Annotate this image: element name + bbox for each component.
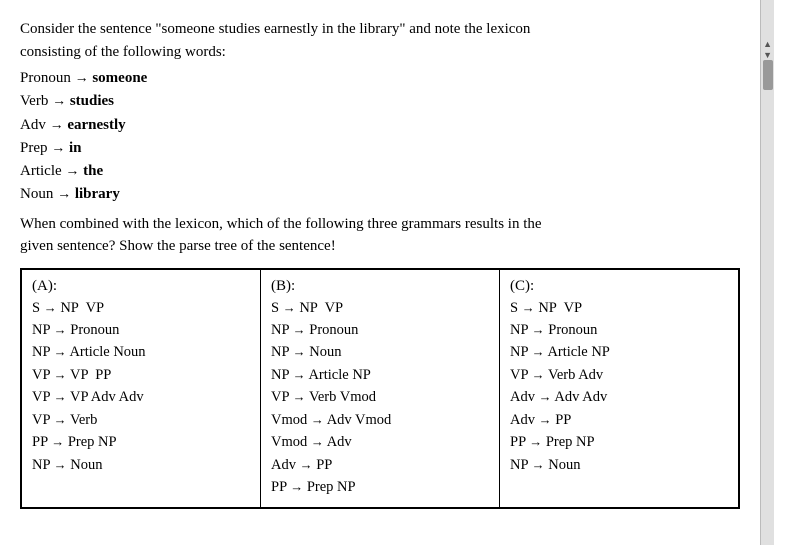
grammars-table: (A): S → NP VP NP → Pronoun NP → Article… [20, 268, 740, 509]
question-line2: given sentence? Show the parse tree of t… [20, 238, 336, 254]
grammar-rule: NP → Article NP [271, 364, 489, 386]
grammar-rule: VP → Verb [32, 409, 250, 431]
page-container: Consider the sentence "someone studies e… [0, 0, 794, 545]
grammar-rule: Vmod → Adv Vmod [271, 409, 489, 431]
scroll-down-arrow[interactable]: ▼ [763, 51, 772, 60]
grammar-rule: NP → Pronoun [271, 319, 489, 341]
list-item: Pronoun → someone [20, 67, 740, 90]
grammar-rule: VP → VP PP [32, 364, 250, 386]
grammar-rule: NP → Noun [510, 454, 728, 476]
grammar-rule: PP → Prep NP [32, 431, 250, 453]
question-line1: When combined with the lexicon, which of… [20, 216, 542, 232]
grammar-rule: S → NP VP [271, 297, 489, 319]
list-item: Verb → studies [20, 90, 740, 113]
grammar-rule: PP → Prep NP [271, 476, 489, 498]
main-content: Consider the sentence "someone studies e… [0, 0, 760, 545]
list-item: Adv → earnestly [20, 114, 740, 137]
grammar-rule: VP → Verb Vmod [271, 386, 489, 408]
grammar-rule: NP → Pronoun [32, 319, 250, 341]
grammar-rule: NP → Pronoun [510, 319, 728, 341]
grammar-rule: NP → Noun [271, 341, 489, 363]
scroll-up-arrow[interactable]: ▲ [763, 40, 772, 49]
grammar-c-label: (C): [510, 278, 728, 295]
grammar-rule: Vmod → Adv [271, 431, 489, 453]
intro-line2: consisting of the following words: [20, 44, 226, 60]
grammar-rule: S → NP VP [32, 297, 250, 319]
grammar-rule: VP → VP Adv Adv [32, 386, 250, 408]
question-text: When combined with the lexicon, which of… [20, 213, 740, 258]
grammar-a-label: (A): [32, 278, 250, 295]
grammar-col-c: (C): S → NP VP NP → Pronoun NP → Article… [500, 270, 738, 507]
grammar-rule: Adv → PP [271, 454, 489, 476]
grammar-rule: Adv → PP [510, 409, 728, 431]
list-item: Noun → library [20, 183, 740, 206]
grammar-b-label: (B): [271, 278, 489, 295]
list-item: Article → the [20, 160, 740, 183]
intro-paragraph: Consider the sentence "someone studies e… [20, 18, 740, 63]
grammar-col-a: (A): S → NP VP NP → Pronoun NP → Article… [22, 270, 261, 507]
list-item: Prep → in [20, 137, 740, 160]
grammar-col-b: (B): S → NP VP NP → Pronoun NP → Noun NP… [261, 270, 500, 507]
grammar-rule: NP → Noun [32, 454, 250, 476]
grammar-rule: VP → Verb Adv [510, 364, 728, 386]
grammar-rule: PP → Prep NP [510, 431, 728, 453]
grammar-rule: S → NP VP [510, 297, 728, 319]
scrollbar[interactable]: ▲ ▼ [760, 0, 774, 545]
scrollbar-thumb[interactable] [763, 60, 773, 90]
grammar-rule: NP → Article NP [510, 341, 728, 363]
intro-line1: Consider the sentence "someone studies e… [20, 21, 530, 37]
scrollbar-arrows: ▲ ▼ [763, 40, 772, 60]
grammar-rule: Adv → Adv Adv [510, 386, 728, 408]
grammar-rule: NP → Article Noun [32, 341, 250, 363]
lexicon-list: Pronoun → someone Verb → studies Adv → e… [20, 67, 740, 207]
